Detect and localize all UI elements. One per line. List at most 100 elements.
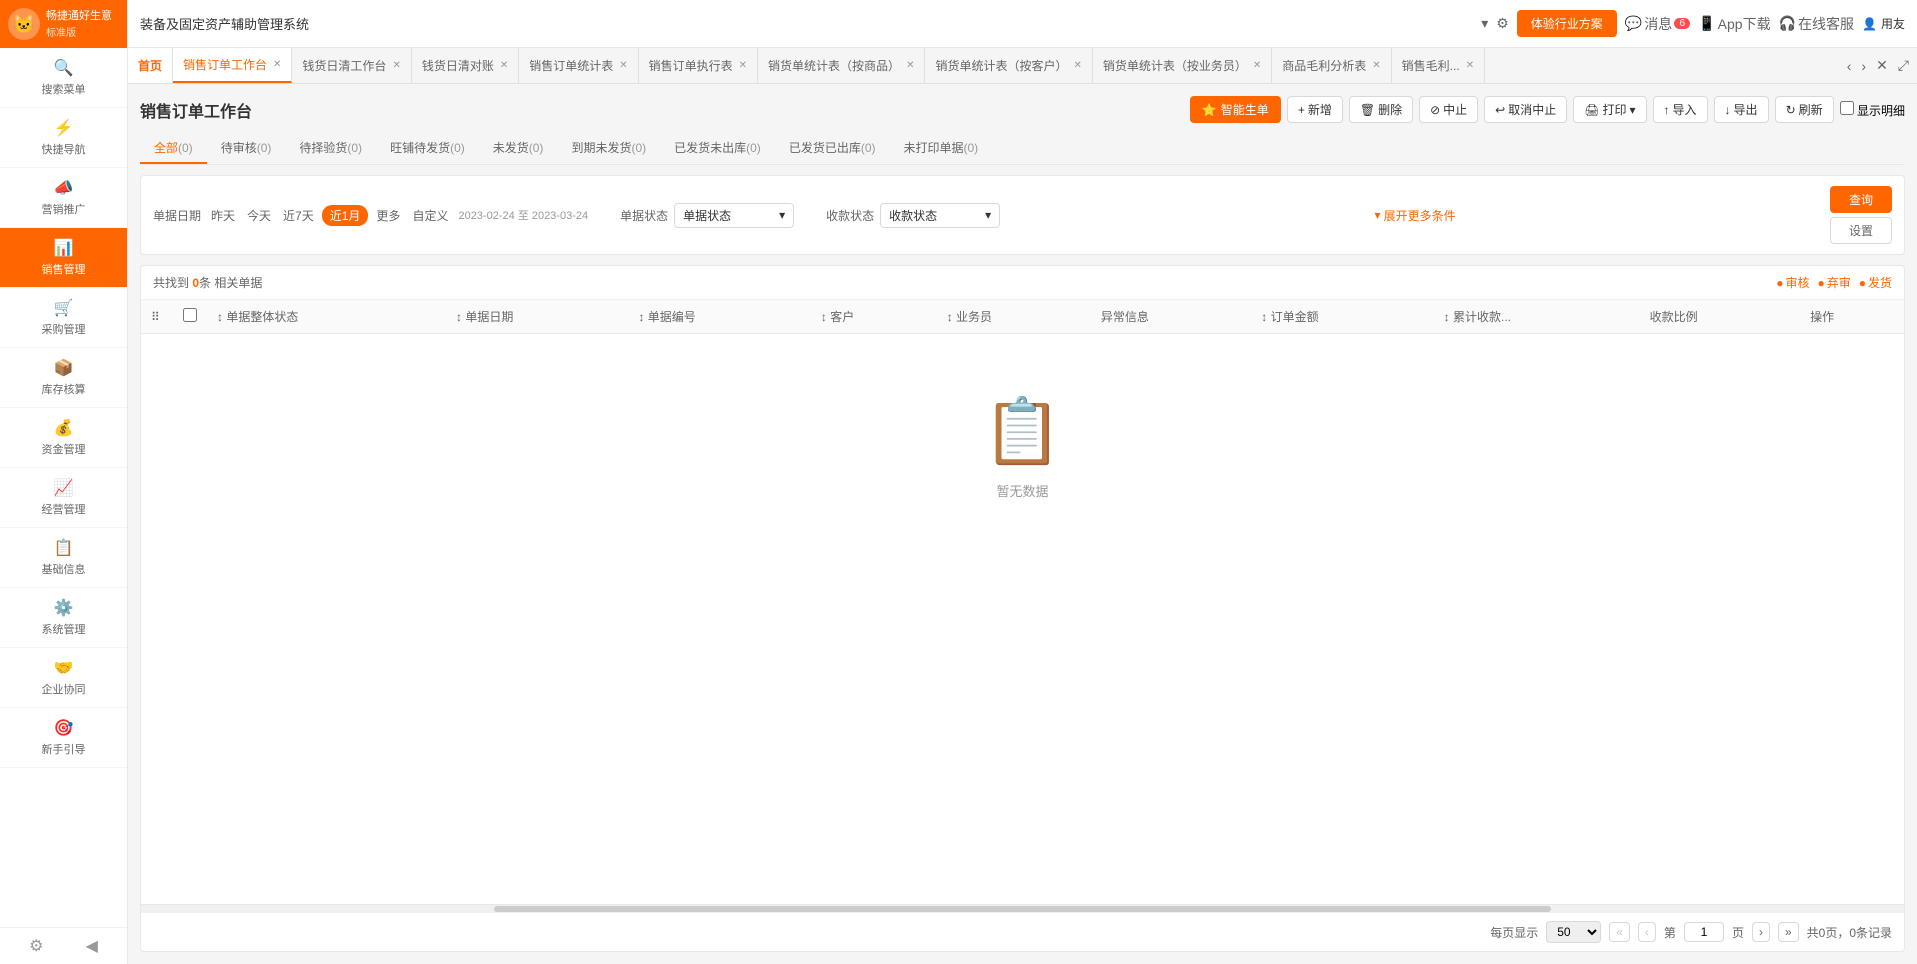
tab-scroll-left-btn[interactable]: ‹ [1843, 56, 1856, 76]
tab-6[interactable]: 销货单统计表（按商品）✕ [758, 48, 925, 83]
filter-tab-5[interactable]: 到期未发货(0) [557, 133, 660, 164]
tab-8[interactable]: 销货单统计表（按业务员）✕ [1093, 48, 1272, 83]
sidebar-item-2[interactable]: 📣营销推广 [0, 168, 127, 228]
tab-close-2[interactable]: ✕ [392, 60, 400, 71]
tab-2[interactable]: 钱货日清工作台 ✕ [292, 48, 411, 83]
tab-close-3[interactable]: ✕ [500, 60, 508, 71]
import-btn[interactable]: ↑ 导入 [1653, 96, 1708, 123]
sidebar-item-7[interactable]: 📈经营管理 [0, 468, 127, 528]
table-header-customer[interactable]: ↕ 客户 [811, 300, 937, 334]
settings-btn[interactable]: ⚙ [1496, 15, 1509, 32]
sidebar-item-8[interactable]: 📋基础信息 [0, 528, 127, 588]
sidebar-item-10[interactable]: 🤝企业协同 [0, 648, 127, 708]
data-table: ⠿ ↕ 单据整体状态 ↕ 单据日期 ↕ 单据编号 ↕ 客户 ↕ 业务员 异常信息… [141, 300, 1904, 334]
tab-9[interactable]: 商品毛利分析表✕ [1272, 48, 1391, 83]
tab-close-6[interactable]: ✕ [906, 60, 914, 71]
sidebar-item-5[interactable]: 📦库存核算 [0, 348, 127, 408]
tab-close-7[interactable]: ✕ [1073, 60, 1081, 71]
dropdown-btn[interactable]: ▾ [1481, 15, 1488, 32]
date-preset-btn-3[interactable]: 近1月 [322, 205, 369, 226]
tab-5[interactable]: 销售订单执行表✕ [639, 48, 758, 83]
tab-close-all-btn[interactable]: ✕ [1872, 55, 1892, 76]
filter-tab-3[interactable]: 旺铺待发货(0) [376, 133, 479, 164]
page-prev-btn[interactable]: ‹ [1638, 922, 1656, 942]
setting-btn[interactable]: 设置 [1830, 217, 1892, 244]
show-detail-checkbox[interactable] [1840, 101, 1854, 115]
page-input[interactable] [1684, 922, 1724, 942]
table-header-checkbox[interactable] [173, 300, 207, 334]
date-preset-btn-4[interactable]: 更多 [372, 205, 404, 226]
date-preset-btn-2[interactable]: 近7天 [279, 205, 318, 226]
tab-close-4[interactable]: ✕ [619, 60, 627, 71]
tab-4[interactable]: 销售订单统计表✕ [519, 48, 638, 83]
audit-btn[interactable]: ● 审核 [1776, 274, 1809, 291]
table-header-amount[interactable]: ↕ 订单金额 [1251, 300, 1433, 334]
tab-7[interactable]: 销货单统计表（按客户）✕ [925, 48, 1092, 83]
horizontal-scrollbar[interactable] [141, 904, 1904, 912]
print-btn[interactable]: 🖨 打印 ▾ [1573, 96, 1646, 123]
filter-tab-1[interactable]: 待审核(0) [207, 133, 286, 164]
table-header-date[interactable]: ↕ 单据日期 [446, 300, 628, 334]
sidebar-item-0[interactable]: 🔍搜索菜单 [0, 48, 127, 108]
online-service-btn[interactable]: 🎧 在线客服 [1779, 14, 1854, 34]
expand-filter-btn[interactable]: ▾ 展开更多条件 [1375, 207, 1456, 224]
settings-footer-btn[interactable]: ⚙ [29, 936, 43, 956]
tab-1[interactable]: 销售订单工作台✕ [173, 48, 292, 83]
tab-close-10[interactable]: ✕ [1466, 60, 1474, 71]
tab-3[interactable]: 钱货日清对账✕ [412, 48, 519, 83]
ship-btn[interactable]: ● 发货 [1859, 274, 1892, 291]
tab-label-2: 钱货日清工作台 [302, 57, 386, 74]
industry-btn[interactable]: 体验行业方案 [1517, 10, 1617, 37]
tab-scroll-right-btn[interactable]: › [1857, 56, 1870, 76]
date-preset-btn-5[interactable]: 自定义 [408, 205, 452, 226]
export-btn[interactable]: ↓ 导出 [1714, 96, 1769, 123]
payment-status-select[interactable]: 收款状态 ▾ [880, 203, 1000, 228]
page-next-btn[interactable]: › [1752, 922, 1770, 942]
bill-status-select[interactable]: 单据状态 ▾ [674, 203, 794, 228]
page-first-btn[interactable]: « [1609, 922, 1630, 942]
refresh-btn[interactable]: ↻ 刷新 [1775, 96, 1834, 123]
filter-tab-4[interactable]: 未发货(0) [479, 133, 558, 164]
tab-close-5[interactable]: ✕ [739, 60, 747, 71]
smart-generate-btn[interactable]: ⭐ 智能生单 [1190, 96, 1281, 123]
filter-tab-6[interactable]: 已发货未出库(0) [660, 133, 775, 164]
stop-btn[interactable]: ⊘ 中止 [1419, 96, 1478, 123]
sidebar-item-9[interactable]: ⚙️系统管理 [0, 588, 127, 648]
scrollbar-thumb[interactable] [494, 906, 1552, 912]
filter-tab-7[interactable]: 已发货已出库(0) [775, 133, 890, 164]
user-menu[interactable]: 👤 用友 [1862, 15, 1905, 32]
per-page-select[interactable]: 50 10 20 100 [1546, 921, 1601, 943]
add-btn[interactable]: + 新增 [1287, 96, 1343, 123]
table-header-number[interactable]: ↕ 单据编号 [628, 300, 810, 334]
print-label: 打印 [1602, 101, 1626, 118]
filter-tab-2[interactable]: 待择验货(0) [285, 133, 376, 164]
sidebar-item-4[interactable]: 🛒采购管理 [0, 288, 127, 348]
table-header-cumulative[interactable]: ↕ 累计收款... [1434, 300, 1640, 334]
collapse-sidebar-btn[interactable]: ◀ [86, 936, 98, 956]
cancel-stop-btn[interactable]: ↩ 取消中止 [1484, 96, 1567, 123]
reject-btn[interactable]: ● 弃审 [1817, 274, 1850, 291]
tab-close-9[interactable]: ✕ [1372, 60, 1380, 71]
table-header-salesman[interactable]: ↕ 业务员 [937, 300, 1091, 334]
filter-tab-0[interactable]: 全部(0) [140, 133, 207, 164]
select-all-checkbox[interactable] [183, 308, 197, 322]
tab-close-8[interactable]: ✕ [1253, 60, 1261, 71]
tab-maximize-btn[interactable]: ⤢ [1894, 55, 1913, 76]
sidebar-item-6[interactable]: 💰资金管理 [0, 408, 127, 468]
app-download-btn[interactable]: 📱 App下载 [1698, 14, 1770, 34]
message-btn[interactable]: 💬 消息 6 [1625, 14, 1690, 34]
sidebar-label-3: 销售管理 [42, 261, 86, 277]
table-header-status[interactable]: ↕ 单据整体状态 [207, 300, 446, 334]
sidebar-item-1[interactable]: ⚡快捷导航 [0, 108, 127, 168]
date-preset-btn-1[interactable]: 今天 [243, 205, 275, 226]
date-preset-btn-0[interactable]: 昨天 [207, 205, 239, 226]
sidebar-item-3[interactable]: 📊销售管理 [0, 228, 127, 288]
tab-0[interactable]: 首页 [128, 48, 173, 83]
tab-close-1[interactable]: ✕ [273, 59, 281, 70]
filter-tab-8[interactable]: 未打印单据(0) [890, 133, 993, 164]
tab-10[interactable]: 销售毛利...✕ [1392, 48, 1485, 83]
query-btn[interactable]: 查询 [1830, 186, 1892, 213]
page-last-btn[interactable]: » [1778, 922, 1799, 942]
sidebar-item-11[interactable]: 🎯新手引导 [0, 708, 127, 768]
delete-btn[interactable]: 🗑 删除 [1349, 96, 1413, 123]
